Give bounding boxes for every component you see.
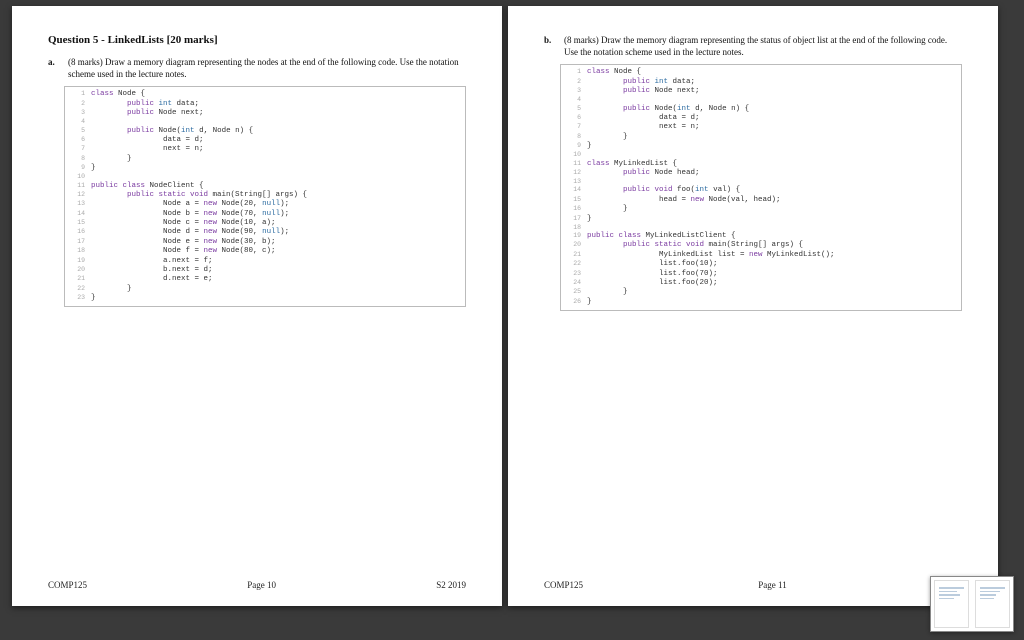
code-line: 19 a.next = f; bbox=[67, 257, 463, 266]
code-line: 4 bbox=[67, 118, 463, 126]
code-line: 10 bbox=[563, 151, 959, 159]
code-line: 2 public int data; bbox=[563, 78, 959, 87]
code-line: 23} bbox=[67, 294, 463, 303]
page-spread: Question 5 - LinkedLists [20 marks] a. (… bbox=[0, 0, 1024, 612]
footer-course: COMP125 bbox=[544, 580, 583, 590]
footer-course: COMP125 bbox=[48, 580, 87, 590]
code-line: 14 public void foo(int val) { bbox=[563, 186, 959, 195]
code-line: 15 Node c = new Node(10, a); bbox=[67, 219, 463, 228]
code-line: 6 data = d; bbox=[563, 114, 959, 123]
part-a-text: (8 marks) Draw a memory diagram represen… bbox=[68, 56, 466, 80]
code-line: 13 bbox=[563, 178, 959, 186]
code-line: 6 data = d; bbox=[67, 136, 463, 145]
code-line: 12 public Node head; bbox=[563, 169, 959, 178]
part-a: a. (8 marks) Draw a memory diagram repre… bbox=[48, 56, 466, 80]
code-line: 20 b.next = d; bbox=[67, 266, 463, 275]
code-line: 20 public static void main(String[] args… bbox=[563, 241, 959, 250]
footer-page: Page 11 bbox=[758, 580, 786, 590]
thumbnail-inner bbox=[931, 577, 1013, 631]
code-line: 16 } bbox=[563, 205, 959, 214]
code-line: 11class MyLinkedList { bbox=[563, 160, 959, 169]
code-line: 21 d.next = e; bbox=[67, 275, 463, 284]
code-line: 8 } bbox=[67, 155, 463, 164]
code-line: 8 } bbox=[563, 133, 959, 142]
thumb-page-left bbox=[934, 580, 969, 628]
code-line: 10 bbox=[67, 173, 463, 181]
code-block-a: 1class Node {2 public int data;3 public … bbox=[64, 86, 466, 307]
code-line: 5 public Node(int d, Node n) { bbox=[67, 127, 463, 136]
viewer: Question 5 - LinkedLists [20 marks] a. (… bbox=[0, 0, 1024, 640]
code-line: 19public class MyLinkedListClient { bbox=[563, 232, 959, 241]
code-line: 14 Node b = new Node(70, null); bbox=[67, 210, 463, 219]
code-line: 23 list.foo(70); bbox=[563, 270, 959, 279]
code-line: 1class Node { bbox=[67, 90, 463, 99]
code-line: 24 list.foo(20); bbox=[563, 279, 959, 288]
code-line: 22 list.foo(10); bbox=[563, 260, 959, 269]
page-footer-right: COMP125 Page 11 bbox=[544, 580, 962, 590]
code-line: 3 public Node next; bbox=[67, 109, 463, 118]
code-line: 22 } bbox=[67, 285, 463, 294]
code-line: 26} bbox=[563, 298, 959, 307]
code-line: 18 Node f = new Node(80, c); bbox=[67, 247, 463, 256]
code-line: 5 public Node(int d, Node n) { bbox=[563, 105, 959, 114]
part-a-label: a. bbox=[48, 56, 62, 80]
code-line: 15 head = new Node(val, head); bbox=[563, 196, 959, 205]
code-line: 2 public int data; bbox=[67, 100, 463, 109]
part-b-text: (8 marks) Draw the memory diagram repres… bbox=[564, 34, 962, 58]
part-b-label: b. bbox=[544, 34, 558, 58]
page-left: Question 5 - LinkedLists [20 marks] a. (… bbox=[12, 6, 502, 606]
code-line: 4 bbox=[563, 96, 959, 104]
code-line: 11public class NodeClient { bbox=[67, 182, 463, 191]
part-b: b. (8 marks) Draw the memory diagram rep… bbox=[544, 34, 962, 58]
code-line: 9} bbox=[563, 142, 959, 151]
code-block-b: 1class Node {2 public int data;3 public … bbox=[560, 64, 962, 311]
page-right: b. (8 marks) Draw the memory diagram rep… bbox=[508, 6, 998, 606]
thumbnail-preview[interactable] bbox=[930, 576, 1014, 632]
thumb-page-right bbox=[975, 580, 1010, 628]
code-line: 9} bbox=[67, 164, 463, 173]
code-line: 18 bbox=[563, 224, 959, 232]
code-line: 12 public static void main(String[] args… bbox=[67, 191, 463, 200]
code-line: 17} bbox=[563, 215, 959, 224]
footer-term: S2 2019 bbox=[436, 580, 466, 590]
code-line: 7 next = n; bbox=[67, 145, 463, 154]
question-title: Question 5 - LinkedLists [20 marks] bbox=[48, 34, 466, 46]
code-line: 1class Node { bbox=[563, 68, 959, 77]
code-line: 21 MyLinkedList list = new MyLinkedList(… bbox=[563, 251, 959, 260]
code-line: 16 Node d = new Node(90, null); bbox=[67, 228, 463, 237]
code-line: 25 } bbox=[563, 288, 959, 297]
code-line: 13 Node a = new Node(20, null); bbox=[67, 200, 463, 209]
code-line: 7 next = n; bbox=[563, 123, 959, 132]
code-line: 3 public Node next; bbox=[563, 87, 959, 96]
code-line: 17 Node e = new Node(30, b); bbox=[67, 238, 463, 247]
page-footer-left: COMP125 Page 10 S2 2019 bbox=[48, 580, 466, 590]
footer-page: Page 10 bbox=[247, 580, 276, 590]
